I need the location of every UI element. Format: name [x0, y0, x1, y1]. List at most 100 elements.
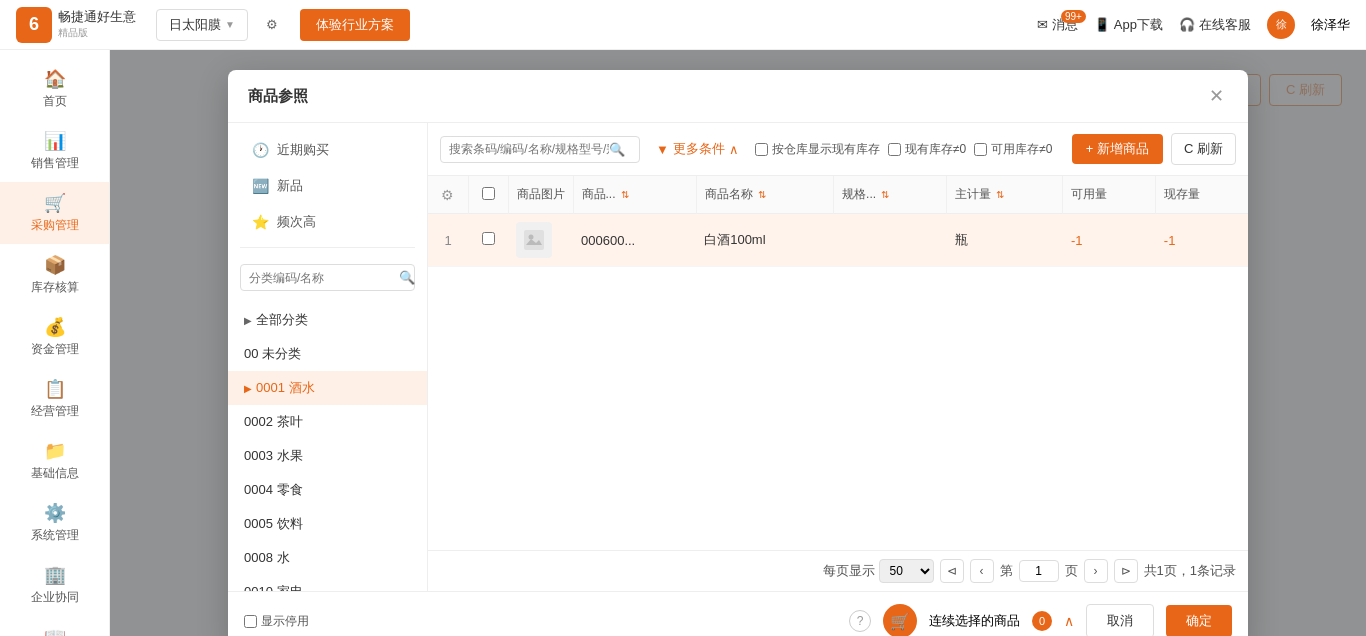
messages-btn[interactable]: ✉ 消息 99+: [1037, 16, 1078, 34]
search-icon[interactable]: 🔍: [609, 142, 625, 157]
modal-overlay: 商品参照 ✕ 🕐 近期购买 🆕: [110, 50, 1366, 636]
logo-text: 畅捷通好生意: [58, 9, 136, 26]
filter-btn[interactable]: ▼ 更多条件 ∧: [648, 135, 747, 163]
row-checkbox[interactable]: [482, 232, 495, 245]
sort-icon[interactable]: ⇅: [758, 189, 766, 200]
arrow-icon: ▶: [244, 315, 252, 326]
svg-rect-0: [524, 230, 544, 250]
category-label: 全部分类: [256, 311, 308, 329]
settings-icon[interactable]: ⚙: [256, 9, 288, 41]
logo-sub: 精品版: [58, 26, 136, 40]
category-all[interactable]: ▶ 全部分类: [228, 303, 427, 337]
td-row-num: 1: [428, 214, 468, 267]
logo-icon: 6: [16, 7, 52, 43]
checkbox-available-stock[interactable]: 现有库存≠0: [888, 141, 966, 158]
sidebar-item-operations[interactable]: 📋 经营管理: [0, 368, 109, 430]
td-product-img: [508, 214, 573, 267]
basic-info-icon: 📁: [44, 440, 66, 462]
sidebar-item-basic-info[interactable]: 📁 基础信息: [0, 430, 109, 492]
tab-new-product[interactable]: 🆕 新品: [240, 169, 415, 203]
nav-right: ✉ 消息 99+ 📱 App下载 🎧 在线客服 徐 徐泽华: [1037, 11, 1350, 39]
checkbox-available-label: 现有库存≠0: [905, 141, 966, 158]
category-unclassified[interactable]: 00 未分类: [228, 337, 427, 371]
category-alcohol[interactable]: ▶ 0001 酒水: [228, 371, 427, 405]
next-page-btn[interactable]: ›: [1084, 559, 1108, 583]
category-tea[interactable]: 0002 茶叶: [228, 405, 427, 439]
gear-icon[interactable]: ⚙: [441, 187, 454, 203]
modal-close-btn[interactable]: ✕: [1204, 84, 1228, 108]
online-service-btn[interactable]: 🎧 在线客服: [1179, 16, 1251, 34]
right-panel: 🔍 ▼ 更多条件 ∧ 按仓库显示现有库存: [428, 123, 1248, 591]
checkbox-usable-stock[interactable]: 可用库存≠0: [974, 141, 1052, 158]
show-disabled-label[interactable]: 显示停用: [244, 613, 309, 630]
category-water[interactable]: 0008 水: [228, 541, 427, 575]
td-product-code: 000600...: [573, 214, 696, 267]
usable-stock-checkbox[interactable]: [974, 143, 987, 156]
prev-page-btn[interactable]: ‹: [970, 559, 994, 583]
warehouse-stock-checkbox[interactable]: [755, 143, 768, 156]
tab-label: 新品: [277, 177, 303, 195]
category-beverage[interactable]: 0005 饮料: [228, 507, 427, 541]
sort-icon[interactable]: ⇅: [621, 189, 629, 200]
online-service-label: 在线客服: [1199, 16, 1251, 34]
checkbox-warehouse-stock[interactable]: 按仓库显示现有库存: [755, 141, 880, 158]
table-row[interactable]: 1: [428, 214, 1248, 267]
refresh-btn[interactable]: C 刷新: [1171, 133, 1236, 165]
category-appliance[interactable]: 0010 家电: [228, 575, 427, 591]
per-page-label: 每页显示: [823, 562, 875, 580]
app-download-btn[interactable]: 📱 App下载: [1094, 16, 1163, 34]
search-icon[interactable]: 🔍: [399, 270, 415, 285]
select-all-checkbox[interactable]: [482, 187, 495, 200]
available-stock-checkbox[interactable]: [888, 143, 901, 156]
cancel-btn[interactable]: 取消: [1086, 604, 1154, 636]
sort-icon[interactable]: ⇅: [881, 189, 889, 200]
tab-label: 频次高: [277, 213, 316, 231]
sidebar-item-system[interactable]: ⚙️ 系统管理: [0, 492, 109, 554]
sidebar-item-home[interactable]: 🏠 首页: [0, 58, 109, 120]
show-disabled-checkbox[interactable]: [244, 615, 257, 628]
last-page-btn[interactable]: ⊳: [1114, 559, 1138, 583]
sidebar-item-sales[interactable]: 📊 销售管理: [0, 120, 109, 182]
sidebar-item-guide[interactable]: 📖 新手引导: [0, 616, 109, 636]
confirm-btn[interactable]: 确定: [1166, 605, 1232, 636]
td-checkbox[interactable]: [468, 214, 508, 267]
help-icon[interactable]: ?: [849, 610, 871, 632]
category-snack[interactable]: 0004 零食: [228, 473, 427, 507]
category-fruit[interactable]: 0003 水果: [228, 439, 427, 473]
th-product-img: 商品图片: [508, 176, 573, 214]
total-info: 共1页，1条记录: [1144, 562, 1236, 580]
logo-text-wrap: 畅捷通好生意 精品版: [58, 9, 136, 40]
category-list: ▶ 全部分类 00 未分类 ▶ 0001 酒水 0002 茶: [228, 299, 427, 591]
sidebar-item-inventory[interactable]: 📦 库存核算: [0, 244, 109, 306]
sort-icon[interactable]: ⇅: [996, 189, 1004, 200]
category-label: 0001 酒水: [256, 379, 315, 397]
logo-area: 6 畅捷通好生意 精品版: [16, 7, 136, 43]
sidebar-item-label: 经营管理: [31, 403, 79, 420]
user-avatar[interactable]: 徐: [1267, 11, 1295, 39]
continuous-select-label: 连续选择的商品: [929, 612, 1020, 630]
category-label: 0004 零食: [244, 481, 303, 499]
sidebar-item-finance[interactable]: 💰 资金管理: [0, 306, 109, 368]
th-checkbox: [468, 176, 508, 214]
category-search-box: 🔍: [240, 264, 415, 291]
th-product-name: 商品名称 ⇅: [696, 176, 833, 214]
filter-icon: ▼: [656, 142, 669, 157]
product-search-input[interactable]: [449, 142, 609, 156]
per-page-select[interactable]: 50 20 100 200: [879, 559, 934, 583]
page-input[interactable]: [1019, 560, 1059, 582]
svg-point-1: [529, 235, 534, 240]
page-suffix: 页: [1065, 562, 1078, 580]
trial-btn[interactable]: 体验行业方案: [300, 9, 410, 41]
first-page-btn[interactable]: ⊲: [940, 559, 964, 583]
sidebar-item-purchase[interactable]: 🛒 采购管理: [0, 182, 109, 244]
tab-high-freq[interactable]: ⭐ 频次高: [240, 205, 415, 239]
sidebar-item-enterprise[interactable]: 🏢 企业协同: [0, 554, 109, 616]
category-search-input[interactable]: [249, 271, 399, 285]
add-product-btn[interactable]: + 新增商品: [1072, 134, 1163, 164]
store-dropdown[interactable]: 日太阳膜 ▼: [156, 9, 248, 41]
th-available: 可用量: [1063, 176, 1156, 214]
tab-recent-purchase[interactable]: 🕐 近期购买: [240, 133, 415, 167]
collapse-cart-icon[interactable]: ∧: [1064, 613, 1074, 629]
cart-icon[interactable]: 🛒: [883, 604, 917, 636]
phone-icon: 📱: [1094, 17, 1110, 32]
